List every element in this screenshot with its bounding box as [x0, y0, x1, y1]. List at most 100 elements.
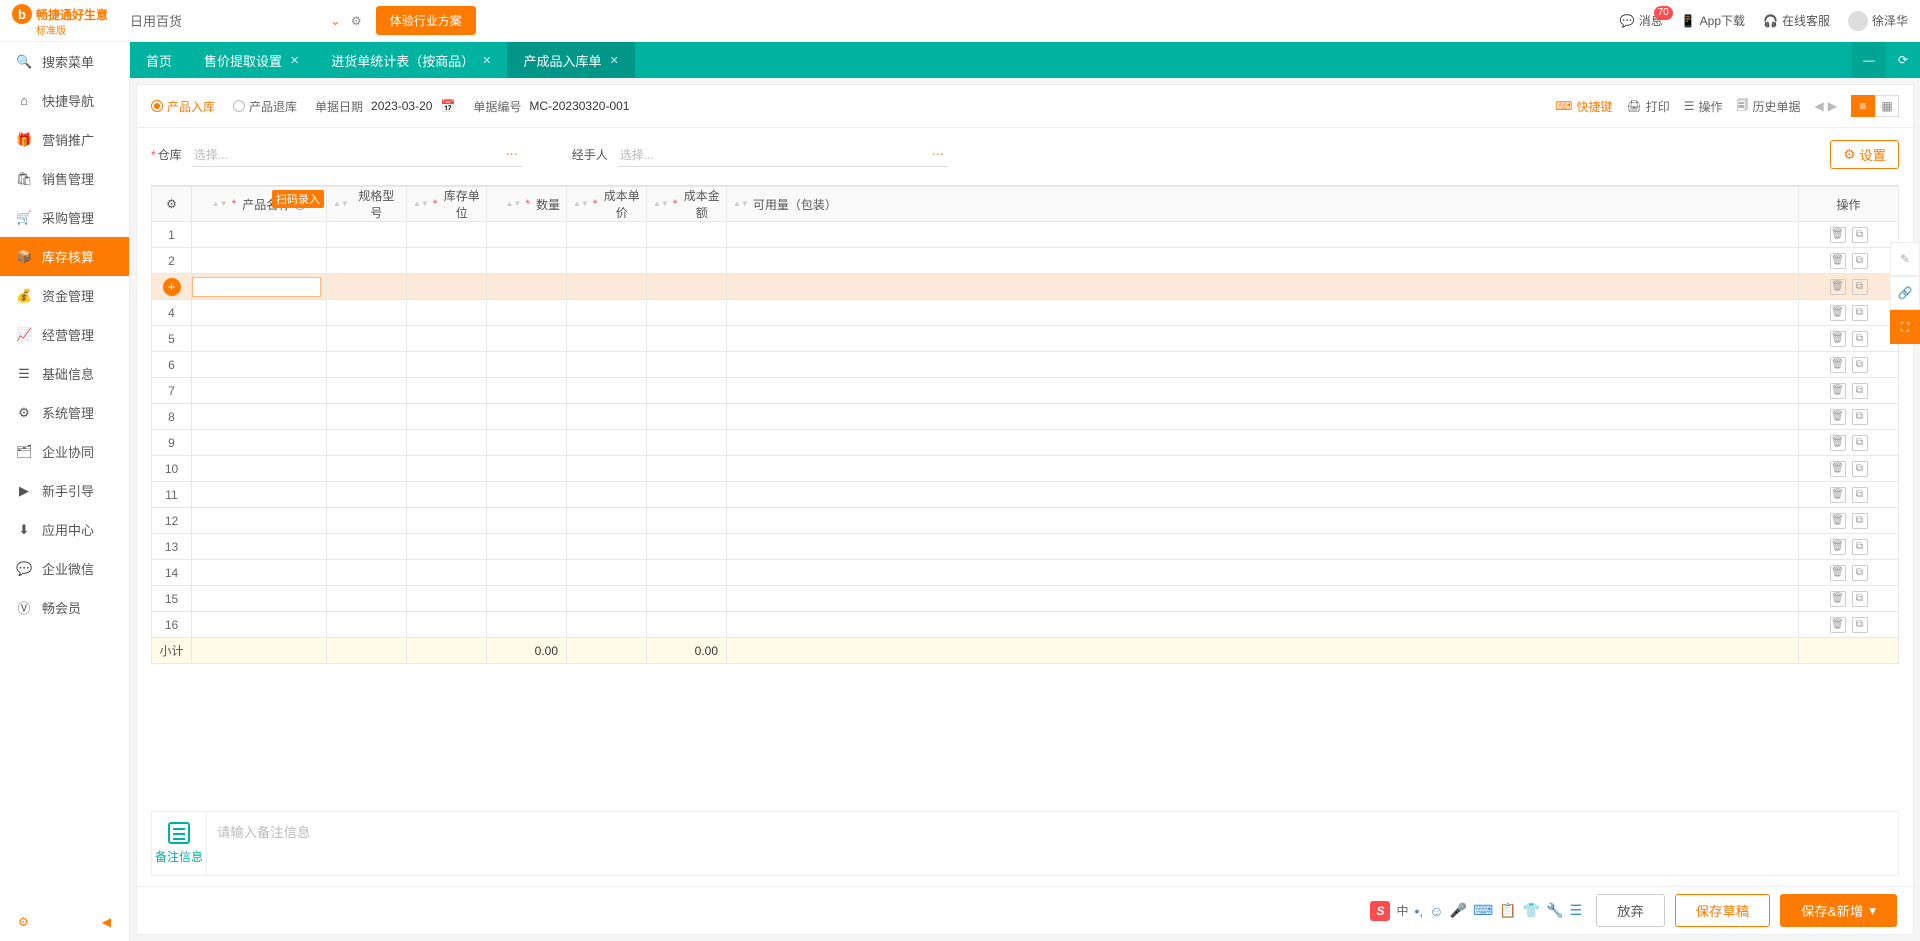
cell-spec[interactable]	[327, 378, 407, 404]
row-delete-icon[interactable]: 🗑	[1830, 565, 1846, 581]
row-delete-icon[interactable]: 🗑	[1830, 435, 1846, 451]
cell-avail[interactable]	[727, 248, 1799, 274]
cell-price[interactable]	[567, 612, 647, 638]
view-card-button[interactable]: ▦	[1875, 95, 1899, 117]
row-delete-icon[interactable]: 🗑	[1830, 279, 1846, 295]
cell-amount[interactable]	[647, 352, 727, 378]
tab-home[interactable]: 首页	[130, 42, 188, 78]
col-qty[interactable]: ▲▼*数量	[487, 187, 567, 222]
table-row[interactable]: 7🗑⧉	[152, 378, 1899, 404]
table-row[interactable]: 9🗑⧉	[152, 430, 1899, 456]
cell-name[interactable]	[192, 612, 327, 638]
cell-price[interactable]	[567, 222, 647, 248]
category-selector[interactable]: 日用百货 ⌄	[130, 11, 341, 30]
col-product-name[interactable]: ▲▼*产品名称? 扫码录入	[192, 187, 327, 222]
cell-name[interactable]	[192, 222, 327, 248]
cell-name[interactable]	[192, 248, 327, 274]
cell-avail[interactable]	[727, 404, 1799, 430]
shortcut-button[interactable]: ⌨ 快捷键	[1555, 98, 1612, 115]
discard-button[interactable]: 放弃	[1596, 894, 1665, 927]
cell-spec[interactable]	[327, 352, 407, 378]
sidebar-item-8[interactable]: ☰基础信息	[0, 354, 129, 393]
cell-avail[interactable]	[727, 456, 1799, 482]
operate-button[interactable]: ☰ 操作	[1684, 98, 1723, 115]
cell-unit[interactable]	[407, 326, 487, 352]
sidebar-item-13[interactable]: 💬企业微信	[0, 549, 129, 588]
cell-qty[interactable]	[487, 430, 567, 456]
rail-note-button[interactable]: ✎	[1890, 242, 1920, 276]
sidebar-item-1[interactable]: ⌂快捷导航	[0, 81, 129, 120]
rail-expand-button[interactable]: ⛶	[1890, 310, 1920, 344]
remarks-input[interactable]	[207, 812, 1898, 875]
sidebar-item-2[interactable]: 🎁营销推广	[0, 120, 129, 159]
cell-name[interactable]	[192, 586, 327, 612]
ime-sogou-icon[interactable]: S	[1370, 901, 1390, 921]
add-row-icon[interactable]: +	[163, 278, 181, 296]
ime-voice-icon[interactable]: 🎤	[1450, 902, 1467, 919]
row-delete-icon[interactable]: 🗑	[1830, 357, 1846, 373]
table-row[interactable]: 11🗑⧉	[152, 482, 1899, 508]
row-delete-icon[interactable]: 🗑	[1830, 331, 1846, 347]
cell-spec[interactable]	[327, 586, 407, 612]
sidebar-item-4[interactable]: 🛒采购管理	[0, 198, 129, 237]
row-copy-icon[interactable]: ⧉	[1852, 487, 1868, 503]
cell-price[interactable]	[567, 482, 647, 508]
cell-qty[interactable]	[487, 222, 567, 248]
row-delete-icon[interactable]: 🗑	[1830, 409, 1846, 425]
row-delete-icon[interactable]: 🗑	[1830, 617, 1846, 633]
sidebar-settings-icon[interactable]: ⚙	[18, 915, 29, 929]
ime-lang[interactable]: 中	[1396, 902, 1408, 919]
cell-spec[interactable]	[327, 508, 407, 534]
messages-button[interactable]: 💬 消息 70	[1620, 12, 1663, 29]
product-name-input[interactable]	[192, 277, 321, 297]
cell-avail[interactable]	[727, 378, 1799, 404]
cell-unit[interactable]	[407, 248, 487, 274]
cell-spec[interactable]	[327, 300, 407, 326]
ime-emoji-icon[interactable]: ☺	[1429, 903, 1443, 919]
cell-name[interactable]	[192, 404, 327, 430]
cell-avail[interactable]	[727, 352, 1799, 378]
cell-amount[interactable]	[647, 326, 727, 352]
row-copy-icon[interactable]: ⧉	[1852, 227, 1868, 243]
cell-qty[interactable]	[487, 482, 567, 508]
tab-2[interactable]: 产成品入库单✕	[507, 42, 634, 78]
row-delete-icon[interactable]: 🗑	[1830, 461, 1846, 477]
gear-icon[interactable]: ⚙	[351, 14, 362, 28]
app-download-button[interactable]: 📱 App下载	[1681, 12, 1745, 29]
col-spec[interactable]: ▲▼规格型号	[327, 187, 407, 222]
col-amount[interactable]: ▲▼*成本金额	[647, 187, 727, 222]
cell-avail[interactable]	[727, 430, 1799, 456]
cell-amount[interactable]	[647, 586, 727, 612]
tab-refresh-button[interactable]: ⟳	[1886, 42, 1920, 78]
cell-spec[interactable]	[327, 274, 407, 300]
ime-clipboard-icon[interactable]: 📋	[1499, 902, 1516, 919]
cell-amount[interactable]	[647, 508, 727, 534]
sidebar-item-7[interactable]: 📈经营管理	[0, 315, 129, 354]
cell-price[interactable]	[567, 300, 647, 326]
cell-name[interactable]	[192, 378, 327, 404]
cell-qty[interactable]	[487, 248, 567, 274]
cell-avail[interactable]	[727, 300, 1799, 326]
prev-doc-button[interactable]: ◀	[1815, 99, 1824, 113]
cell-avail[interactable]	[727, 534, 1799, 560]
cell-unit[interactable]	[407, 456, 487, 482]
sidebar-item-14[interactable]: Ⓥ畅会员	[0, 588, 129, 627]
cell-unit[interactable]	[407, 352, 487, 378]
row-copy-icon[interactable]: ⧉	[1852, 617, 1868, 633]
cell-unit[interactable]	[407, 274, 487, 300]
row-delete-icon[interactable]: 🗑	[1830, 383, 1846, 399]
row-copy-icon[interactable]: ⧉	[1852, 435, 1868, 451]
sidebar-item-0[interactable]: 🔍搜索菜单	[0, 42, 129, 81]
sidebar-item-12[interactable]: ⬇应用中心	[0, 510, 129, 549]
cell-amount[interactable]	[647, 560, 727, 586]
user-menu[interactable]: 徐泽华	[1848, 11, 1908, 31]
cell-qty[interactable]	[487, 586, 567, 612]
cell-price[interactable]	[567, 560, 647, 586]
cell-qty[interactable]	[487, 560, 567, 586]
cell-spec[interactable]	[327, 248, 407, 274]
cell-price[interactable]	[567, 508, 647, 534]
sidebar-item-6[interactable]: 💰资金管理	[0, 276, 129, 315]
cell-amount[interactable]	[647, 404, 727, 430]
handler-select[interactable]: 选择... ⋯	[618, 143, 948, 167]
cell-avail[interactable]	[727, 508, 1799, 534]
